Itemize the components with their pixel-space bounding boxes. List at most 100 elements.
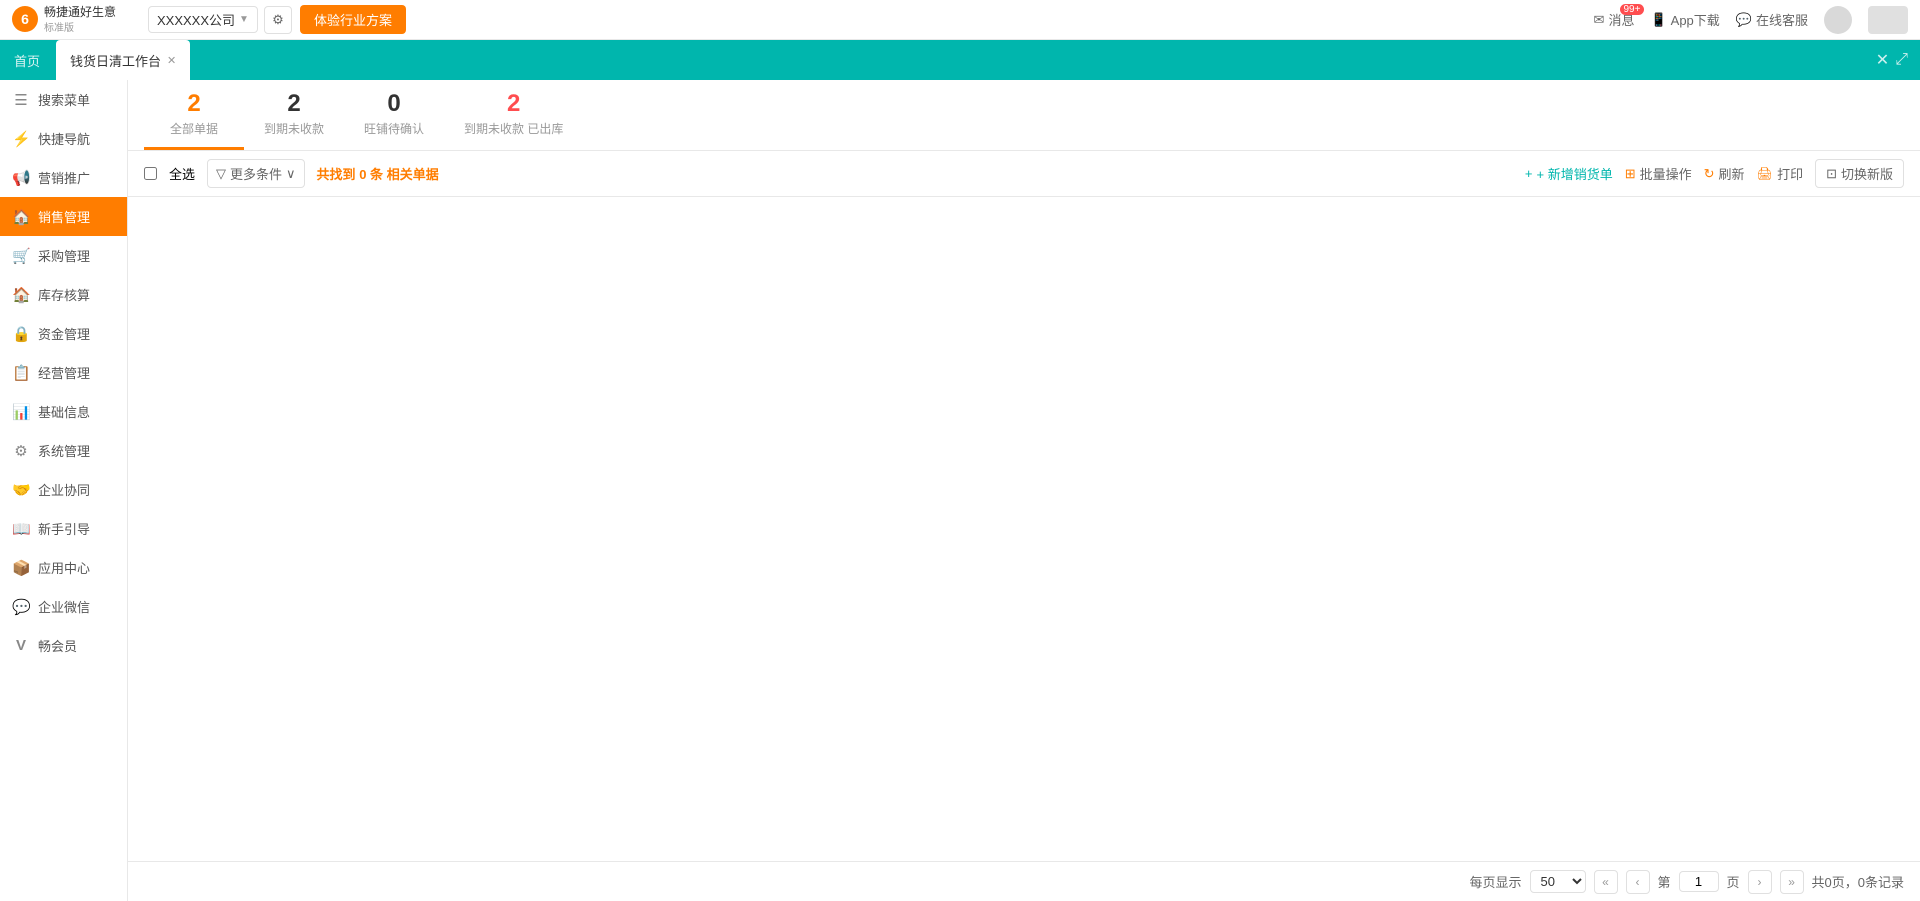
- refresh-button[interactable]: ↻ 刷新: [1704, 164, 1745, 183]
- stat-count-overdue-undelivered: 2: [507, 90, 520, 118]
- filter-chevron-icon: ∨: [286, 166, 296, 182]
- tab-close-action[interactable]: ✕: [1876, 50, 1889, 70]
- vip-icon: V: [12, 637, 30, 654]
- batch-operation-button[interactable]: ⊞ 批量操作: [1625, 164, 1692, 183]
- system-icon: ⚙: [12, 442, 30, 460]
- sidebar-label-purchase-mgmt: 采购管理: [38, 246, 90, 265]
- sidebar-item-purchase-mgmt[interactable]: 🛒 采购管理: [0, 236, 127, 275]
- select-all-label: 全选: [169, 164, 195, 183]
- footer-pagination: 每页显示 50 20 100 « ‹ 第 页 › » 共0页，0条记录: [128, 861, 1920, 901]
- page-suffix: 页: [1727, 872, 1740, 891]
- logo-icon: 6: [12, 6, 38, 32]
- first-page-button[interactable]: «: [1594, 870, 1618, 894]
- refresh-label: 刷新: [1719, 164, 1745, 183]
- sidebar-item-enterprise-collab[interactable]: 🤝 企业协同: [0, 470, 127, 509]
- message-icon: ✉: [1594, 12, 1605, 28]
- sidebar-label-quick-nav: 快捷导航: [38, 129, 90, 148]
- sidebar-item-marketing[interactable]: 📢 营销推广: [0, 158, 127, 197]
- sidebar-item-biz-mgmt[interactable]: 📋 经营管理: [0, 353, 127, 392]
- message-badge: 99+: [1620, 4, 1645, 15]
- select-all-checkbox[interactable]: [144, 167, 157, 180]
- add-btn-label: + 新增销货单: [1536, 164, 1612, 183]
- sidebar-item-inventory-calc[interactable]: 🏠 库存核算: [0, 275, 127, 314]
- guide-icon: 📖: [12, 520, 30, 538]
- sidebar-item-basic-info[interactable]: 📊 基础信息: [0, 392, 127, 431]
- message-btn[interactable]: ✉ 消息 99+: [1594, 10, 1635, 29]
- sidebar-label-enterprise-collab: 企业协同: [38, 480, 90, 499]
- sidebar-item-newbie-guide[interactable]: 📖 新手引导: [0, 509, 127, 548]
- sidebar-item-quick-nav[interactable]: ⚡ 快捷导航: [0, 119, 127, 158]
- switch-icon: ⊡: [1826, 166, 1837, 182]
- company-name: XXXXXX公司: [157, 10, 235, 29]
- app-download-label: App下载: [1671, 10, 1720, 29]
- tab-bar-actions: ✕ ⤢: [1876, 50, 1920, 70]
- sidebar-item-enterprise-wechat[interactable]: 💬 企业微信: [0, 587, 127, 626]
- tab-home[interactable]: 首页: [0, 40, 54, 80]
- online-service-btn[interactable]: 💬 在线客服: [1736, 10, 1808, 29]
- wechat-icon: 💬: [12, 598, 30, 616]
- tab-resize-action[interactable]: ⤢: [1895, 51, 1908, 69]
- stat-tab-all[interactable]: 2 全部单据: [144, 80, 244, 150]
- batch-label: 批量操作: [1640, 164, 1692, 183]
- stat-label-overdue-undelivered: 到期未收款 已出库: [464, 120, 563, 137]
- found-count-number: 0: [359, 167, 366, 182]
- stat-tab-overdue-unpaid[interactable]: 2 到期未收款: [244, 80, 344, 150]
- stat-label-all: 全部单据: [170, 120, 218, 137]
- total-info: 共0页，0条记录: [1812, 872, 1904, 891]
- fund-icon: 🔒: [12, 325, 30, 343]
- sidebar-label-inventory-calc: 库存核算: [38, 285, 90, 304]
- tab-close-icon[interactable]: ✕: [167, 54, 176, 67]
- stat-tab-pending-confirm[interactable]: 0 旺铺待确认: [344, 80, 444, 150]
- last-page-button[interactable]: »: [1780, 870, 1804, 894]
- stat-count-pending-confirm: 0: [387, 90, 400, 118]
- sidebar-item-vip-member[interactable]: V 畅会员: [0, 626, 127, 665]
- print-label: 打印: [1777, 164, 1803, 183]
- print-button[interactable]: 🖨 打印: [1757, 164, 1804, 183]
- refresh-icon: ↻: [1704, 166, 1715, 182]
- prev-page-button[interactable]: ‹: [1626, 870, 1650, 894]
- sidebar: ☰ 搜索菜单 ⚡ 快捷导航 📢 营销推广 🏠 销售管理 🛒 采购管理 🏠 库存核…: [0, 80, 128, 901]
- batch-icon: ⊞: [1625, 166, 1636, 182]
- page-number-input[interactable]: [1679, 871, 1719, 892]
- per-page-label: 每页显示: [1469, 872, 1521, 891]
- sidebar-item-app-center[interactable]: 📦 应用中心: [0, 548, 127, 587]
- next-page-button[interactable]: ›: [1748, 870, 1772, 894]
- stat-label-pending-confirm: 旺铺待确认: [364, 120, 424, 137]
- phone-icon: 📱: [1650, 12, 1666, 28]
- collab-icon: 🤝: [12, 481, 30, 499]
- filter-button[interactable]: ▽ 更多条件 ∨: [207, 159, 305, 188]
- company-chevron-icon: ▼: [239, 14, 249, 25]
- service-icon: 💬: [1736, 12, 1752, 28]
- page-label: 第: [1658, 872, 1671, 891]
- top-bar: 6 畅捷通好生意 标准版 XXXXXX公司 ▼ ⚙ 体验行业方案 ✉ 消息 99…: [0, 0, 1920, 40]
- sidebar-label-system-mgmt: 系统管理: [38, 441, 90, 460]
- top-bar-right: ✉ 消息 99+ 📱 App下载 💬 在线客服: [1594, 6, 1908, 34]
- sidebar-item-fund-mgmt[interactable]: 🔒 资金管理: [0, 314, 127, 353]
- per-page-select[interactable]: 50 20 100: [1530, 870, 1586, 893]
- found-count-text: 共找到 0 条 相关单据: [317, 164, 439, 183]
- sidebar-label-fund-mgmt: 资金管理: [38, 324, 90, 343]
- avatar[interactable]: [1824, 6, 1852, 34]
- menu-icon: ☰: [12, 91, 30, 109]
- sidebar-label-search-menu: 搜索菜单: [38, 90, 90, 109]
- inventory-icon: 🏠: [12, 286, 30, 304]
- filter-label: 更多条件: [230, 164, 282, 183]
- switch-new-version-button[interactable]: ⊡ 切换新版: [1815, 159, 1904, 188]
- sidebar-item-search-menu[interactable]: ☰ 搜索菜单: [0, 80, 127, 119]
- add-sales-order-button[interactable]: + + 新增销货单: [1525, 164, 1613, 183]
- user-name-area[interactable]: [1868, 6, 1908, 34]
- stat-tab-overdue-undelivered[interactable]: 2 到期未收款 已出库: [444, 80, 583, 150]
- stat-tabs: 2 全部单据 2 到期未收款 0 旺铺待确认 2 到期未收款 已出库: [128, 80, 1920, 151]
- stat-label-overdue-unpaid: 到期未收款: [264, 120, 324, 137]
- sidebar-item-system-mgmt[interactable]: ⚙ 系统管理: [0, 431, 127, 470]
- company-selector[interactable]: XXXXXX公司 ▼: [148, 6, 258, 33]
- settings-button[interactable]: ⚙: [264, 6, 292, 34]
- trial-button[interactable]: 体验行业方案: [300, 5, 406, 34]
- basic-info-icon: 📊: [12, 403, 30, 421]
- print-icon: 🖨: [1757, 166, 1774, 182]
- cash-work-tab-label: 钱货日清工作台: [70, 51, 161, 70]
- tab-cash-work[interactable]: 钱货日清工作台 ✕: [56, 40, 190, 80]
- gear-icon: ⚙: [272, 12, 284, 28]
- sidebar-item-sales-mgmt[interactable]: 🏠 销售管理: [0, 197, 127, 236]
- app-download-btn[interactable]: 📱 App下载: [1650, 10, 1719, 29]
